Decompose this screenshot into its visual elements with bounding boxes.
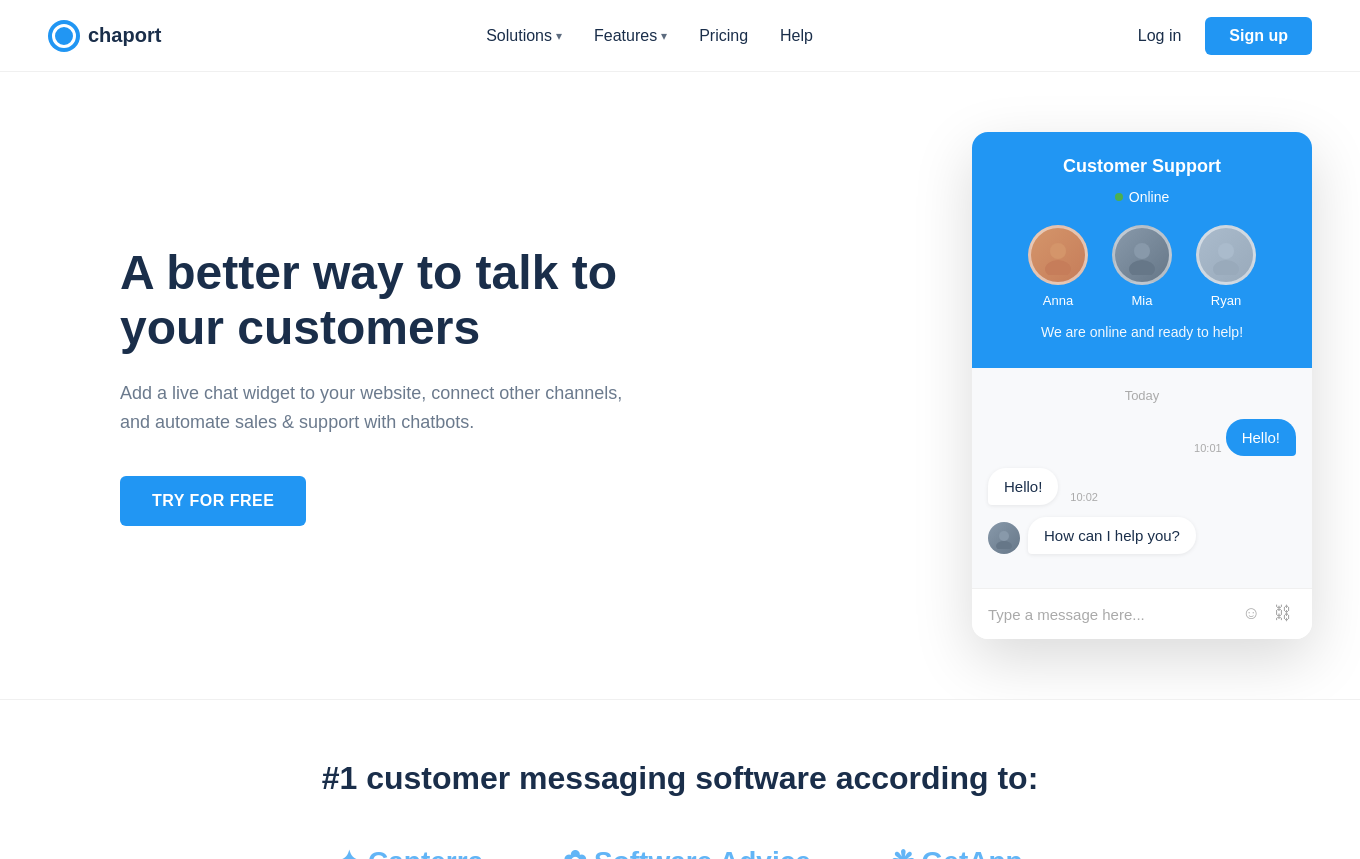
chat-input-icons: ☺ ⛓ <box>1242 603 1296 625</box>
nav-solutions[interactable]: Solutions ▾ <box>486 27 562 45</box>
svg-point-1 <box>1045 260 1071 275</box>
login-link[interactable]: Log in <box>1138 27 1182 45</box>
agent-name-ryan: Ryan <box>1211 293 1241 308</box>
chat-widget: Customer Support Online Anna <box>972 132 1312 639</box>
svg-point-2 <box>1134 243 1150 259</box>
signup-button[interactable]: Sign up <box>1205 17 1312 55</box>
hero-section: A better way to talk to your customers A… <box>0 72 1360 699</box>
chat-date: Today <box>988 388 1296 403</box>
svg-point-3 <box>1129 260 1155 275</box>
svg-point-0 <box>1050 243 1066 259</box>
try-free-button[interactable]: TRY FOR FREE <box>120 476 306 526</box>
logo-icon <box>48 20 80 52</box>
nav-pricing[interactable]: Pricing <box>699 27 748 45</box>
nav-help[interactable]: Help <box>780 27 813 45</box>
partner-logos-row: ✦ Capterra ✿ Software Advice ❋ GetApp <box>48 845 1312 859</box>
chat-message-row: Hello! 10:02 <box>988 468 1296 505</box>
nav-actions: Log in Sign up <box>1138 17 1312 55</box>
svg-point-5 <box>1213 260 1239 275</box>
chevron-down-icon: ▾ <box>556 29 562 43</box>
agent-name-mia: Mia <box>1132 293 1153 308</box>
chat-time: 10:01 <box>1194 442 1222 454</box>
attachment-icon[interactable]: ⛓ <box>1274 603 1296 625</box>
chat-status-text: Online <box>1129 189 1169 205</box>
logo-link[interactable]: chaport <box>48 20 161 52</box>
svg-point-4 <box>1218 243 1234 259</box>
capterra-logo-icon: ✦ Capterra <box>337 845 483 859</box>
agent-avatar-mia <box>1112 225 1172 285</box>
software-advice-logo-icon: ✿ Software Advice <box>563 845 811 859</box>
agent-mia: Mia <box>1112 225 1172 308</box>
svg-point-6 <box>999 531 1009 541</box>
chat-input-placeholder: Type a message here... <box>988 606 1234 623</box>
chat-bubble-agent: Hello! <box>988 468 1058 505</box>
agent-name-anna: Anna <box>1043 293 1073 308</box>
chat-ready-message: We are online and ready to help! <box>1041 324 1243 340</box>
chat-message-row: 10:01 Hello! <box>988 419 1296 456</box>
chat-time: 10:02 <box>1070 491 1098 503</box>
hero-title: A better way to talk to your customers <box>120 245 640 355</box>
chat-bubble-agent: How can I help you? <box>1028 517 1196 554</box>
chevron-down-icon: ▾ <box>661 29 667 43</box>
chat-widget-demo: Customer Support Online Anna <box>972 132 1312 639</box>
agent-anna: Anna <box>1028 225 1088 308</box>
chat-header-title: Customer Support <box>1063 156 1221 177</box>
hero-content: A better way to talk to your customers A… <box>120 245 640 527</box>
emoji-icon[interactable]: ☺ <box>1242 603 1264 625</box>
agent-ryan: Ryan <box>1196 225 1256 308</box>
hero-subtitle: Add a live chat widget to your website, … <box>120 379 640 437</box>
chat-message-row: How can I help you? <box>988 517 1296 554</box>
bottom-title: #1 customer messaging software according… <box>48 760 1312 797</box>
getapp-logo-icon: ❋ GetApp <box>891 845 1023 859</box>
navigation: chaport Solutions ▾ Features ▾ Pricing H… <box>0 0 1360 72</box>
online-indicator <box>1115 193 1123 201</box>
svg-point-7 <box>996 541 1012 549</box>
chat-input-area: Type a message here... ☺ ⛓ <box>972 588 1312 639</box>
logo-getapp: ❋ GetApp <box>891 845 1023 859</box>
nav-features[interactable]: Features ▾ <box>594 27 667 45</box>
logo-text: chaport <box>88 24 161 47</box>
nav-links: Solutions ▾ Features ▾ Pricing Help <box>486 27 813 45</box>
bottom-section: #1 customer messaging software according… <box>0 699 1360 859</box>
chat-header: Customer Support Online Anna <box>972 132 1312 368</box>
logo-capterra: ✦ Capterra <box>337 845 483 859</box>
logo-software-advice: ✿ Software Advice <box>563 845 811 859</box>
chat-agents: Anna Mia Ryan <box>1028 225 1256 308</box>
agent-avatar-anna <box>1028 225 1088 285</box>
chat-status: Online <box>1115 189 1169 205</box>
chat-body: Today 10:01 Hello! Hello! 10:02 How can <box>972 368 1312 588</box>
avatar <box>988 522 1020 554</box>
chat-bubble-user: Hello! <box>1226 419 1296 456</box>
agent-avatar-ryan <box>1196 225 1256 285</box>
